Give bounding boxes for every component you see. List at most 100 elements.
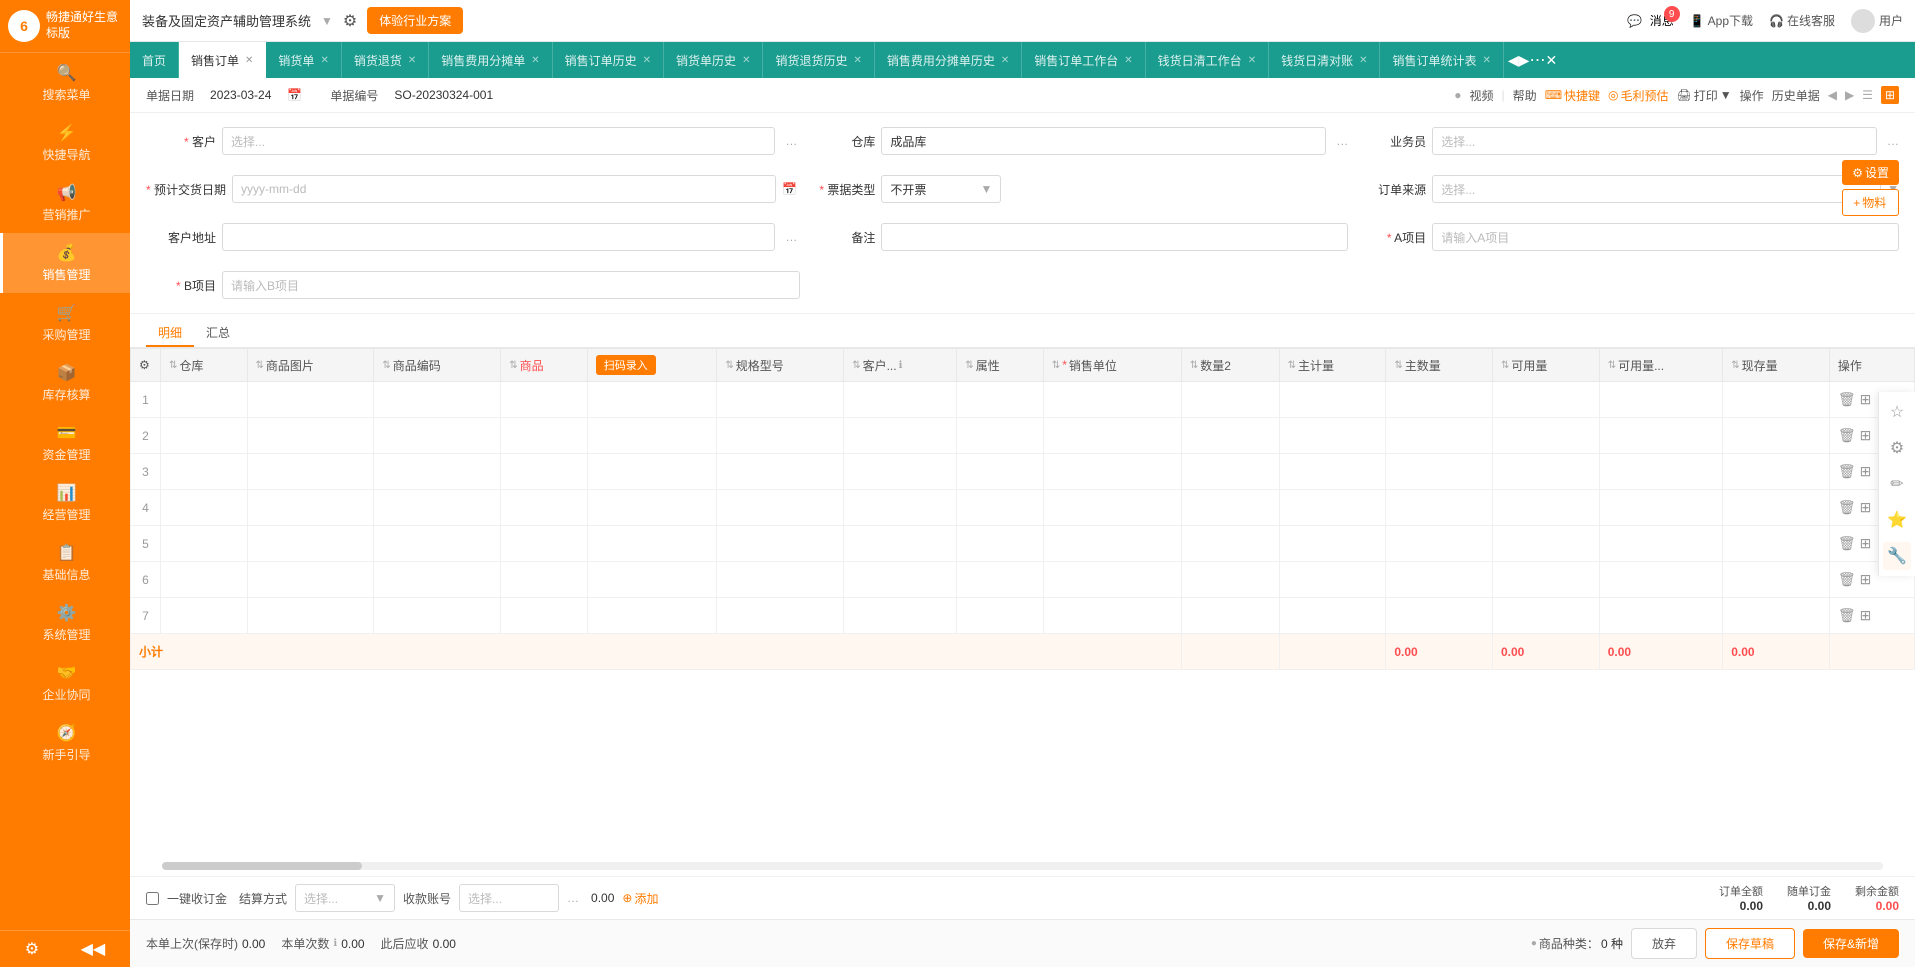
tab-close-icon[interactable]: ✕ (1248, 55, 1256, 66)
row-main-unit[interactable] (1279, 382, 1386, 418)
row-unit[interactable] (1043, 454, 1181, 490)
row-main-unit[interactable] (1279, 418, 1386, 454)
row-image[interactable] (247, 598, 374, 634)
warehouse-more-icon[interactable]: … (1336, 134, 1348, 148)
row-copy-button[interactable]: ⊞ (1860, 499, 1872, 516)
scroll-track[interactable] (162, 862, 1883, 870)
customer-input[interactable]: 选择... (222, 127, 775, 155)
row-current[interactable] (1723, 418, 1830, 454)
col-settings[interactable]: ⚙ (131, 349, 161, 382)
address-input[interactable] (222, 223, 775, 251)
tab-invoice-history[interactable]: 销货单历史 ✕ (664, 42, 763, 78)
row-main-unit[interactable] (1279, 562, 1386, 598)
row-product[interactable] (501, 418, 588, 454)
row-delete-button[interactable]: 🗑 (1838, 463, 1856, 480)
col-qty2[interactable]: ⇅ 数量2 (1181, 349, 1279, 382)
row-main-unit[interactable] (1279, 598, 1386, 634)
save-add-button[interactable]: 保存&新增 (1803, 929, 1899, 958)
row-attr[interactable] (957, 562, 1044, 598)
row-unit[interactable] (1043, 382, 1181, 418)
calendar-icon[interactable]: 📅 (287, 88, 302, 102)
account-select[interactable]: 选择... (459, 884, 559, 912)
row-image[interactable] (247, 454, 374, 490)
row-image[interactable] (247, 382, 374, 418)
payment-method-select[interactable]: 选择... ▼ (295, 884, 395, 912)
col-product[interactable]: ⇅ 商品 (501, 349, 588, 382)
row-current[interactable] (1723, 382, 1830, 418)
row-available2[interactable] (1599, 382, 1723, 418)
staff-input[interactable]: 选择... (1432, 127, 1877, 155)
row-unit[interactable] (1043, 490, 1181, 526)
view-button[interactable]: 视频 (1470, 87, 1494, 104)
view-mode-list-icon[interactable]: ☰ (1862, 88, 1873, 102)
calendar-small-icon[interactable]: 📅 (782, 182, 797, 196)
row-unit[interactable] (1043, 526, 1181, 562)
tab-more-button[interactable]: ⋯ (1529, 50, 1545, 70)
row-available[interactable] (1493, 382, 1600, 418)
row-available2[interactable] (1599, 418, 1723, 454)
detail-tab-items[interactable]: 明细 (146, 320, 194, 347)
row-customer-code[interactable] (844, 490, 957, 526)
trial-button[interactable]: 体验行业方案 (367, 7, 463, 34)
row-spec[interactable] (717, 526, 844, 562)
order-source-input[interactable]: 选择... (1432, 175, 1881, 203)
detail-tab-summary[interactable]: 汇总 (194, 320, 242, 347)
tab-workbench[interactable]: 销售订单工作台 ✕ (1022, 42, 1145, 78)
tab-close-icon[interactable]: ✕ (1483, 55, 1491, 66)
row-copy-button[interactable]: ⊞ (1860, 391, 1872, 408)
tab-close-icon[interactable]: ✕ (1001, 55, 1009, 66)
row-spec[interactable] (717, 382, 844, 418)
row-copy-button[interactable]: ⊞ (1860, 463, 1872, 480)
sidebar-item-sales[interactable]: 💰 销售管理 (0, 233, 130, 293)
delivery-input[interactable]: yyyy-mm-dd (232, 175, 776, 203)
tab-close-icon[interactable]: ✕ (643, 55, 651, 66)
col-warehouse[interactable]: ⇅ 仓库 (161, 349, 248, 382)
row-available2[interactable] (1599, 598, 1723, 634)
float-icon-1[interactable]: ☆ (1883, 398, 1911, 426)
float-icon-4[interactable]: ⭐ (1883, 506, 1911, 534)
row-main-qty[interactable] (1386, 454, 1493, 490)
row-customer-code[interactable] (844, 562, 957, 598)
row-customer-code[interactable] (844, 526, 957, 562)
row-code[interactable] (374, 562, 501, 598)
add-payment-button[interactable]: ⊕ 添加 (622, 890, 658, 907)
row-attr[interactable] (957, 490, 1044, 526)
col-scan[interactable]: 扫码录入 (587, 349, 717, 382)
col-unit[interactable]: ⇅ * 销售单位 (1043, 349, 1181, 382)
staff-more-icon[interactable]: … (1887, 134, 1899, 148)
row-product[interactable] (501, 562, 588, 598)
row-attr[interactable] (957, 598, 1044, 634)
tab-close-icon[interactable]: ✕ (408, 55, 416, 66)
tab-sales-return[interactable]: 销货退货 ✕ (342, 42, 429, 78)
row-image[interactable] (247, 526, 374, 562)
customer-more-icon[interactable]: … (785, 134, 797, 148)
row-delete-button[interactable]: 🗑 (1838, 391, 1856, 408)
row-main-qty[interactable] (1386, 418, 1493, 454)
row-code[interactable] (374, 526, 501, 562)
sidebar-item-basic-info[interactable]: 📋 基础信息 (0, 533, 130, 593)
row-copy-button[interactable]: ⊞ (1860, 607, 1872, 624)
row-code[interactable] (374, 418, 501, 454)
project-a-input[interactable]: 请输入A项目 (1432, 223, 1899, 251)
row-main-qty[interactable] (1386, 382, 1493, 418)
tab-close-icon[interactable]: ✕ (245, 55, 253, 66)
row-available[interactable] (1493, 454, 1600, 490)
row-main-unit[interactable] (1279, 526, 1386, 562)
dropdown-icon[interactable]: ▼ (321, 14, 333, 28)
row-qty2[interactable] (1181, 490, 1279, 526)
col-available[interactable]: ⇅ 可用量 (1493, 349, 1600, 382)
row-product[interactable] (501, 526, 588, 562)
col-main-qty[interactable]: ⇅ 主数量 (1386, 349, 1493, 382)
profit-button[interactable]: ◎ 毛利预估 (1608, 87, 1669, 104)
row-image[interactable] (247, 418, 374, 454)
row-product[interactable] (501, 454, 588, 490)
row-main-unit[interactable] (1279, 490, 1386, 526)
tab-sales-order[interactable]: 销售订单 ✕ (179, 42, 266, 78)
row-main-qty[interactable] (1386, 526, 1493, 562)
row-product[interactable] (501, 598, 588, 634)
scan-button[interactable]: 扫码录入 (596, 355, 656, 375)
tab-home[interactable]: 首页 (130, 42, 179, 78)
row-available[interactable] (1493, 418, 1600, 454)
row-spec[interactable] (717, 418, 844, 454)
scroll-thumb[interactable] (162, 862, 362, 870)
